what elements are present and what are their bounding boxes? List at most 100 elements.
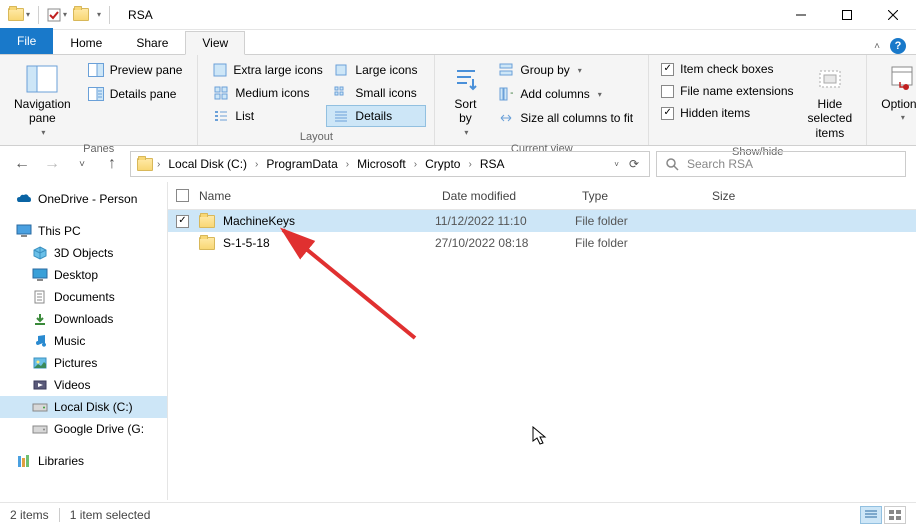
address-dropdown[interactable]: ˅ bbox=[614, 160, 619, 169]
libraries-icon bbox=[16, 453, 32, 469]
quick-access-toolbar: ▾ ▾ ▾ bbox=[0, 6, 120, 24]
layout-details[interactable]: Details bbox=[326, 105, 426, 127]
file-name: S-1-5-18 bbox=[223, 236, 435, 250]
file-type: File folder bbox=[575, 236, 705, 250]
up-button[interactable]: ↑ bbox=[100, 152, 124, 176]
column-size[interactable]: Size bbox=[704, 182, 824, 209]
layout-extra-large[interactable]: Extra large icons bbox=[206, 59, 324, 81]
qat-new-folder-icon[interactable] bbox=[71, 6, 91, 23]
tree-3d-objects[interactable]: 3D Objects bbox=[0, 242, 167, 264]
file-name: MachineKeys bbox=[223, 214, 435, 228]
breadcrumb-item[interactable]: Microsoft bbox=[353, 155, 410, 173]
tree-libraries[interactable]: Libraries bbox=[0, 450, 167, 472]
qat-folder-icon[interactable]: ▾ bbox=[6, 6, 32, 23]
tree-desktop[interactable]: Desktop bbox=[0, 264, 167, 286]
tree-onedrive[interactable]: OneDrive - Person bbox=[0, 188, 167, 210]
documents-icon bbox=[32, 289, 48, 305]
status-bar: 2 items 1 item selected bbox=[0, 502, 916, 526]
chevron-down-icon: ▾ bbox=[578, 66, 582, 75]
preview-pane-icon bbox=[88, 62, 104, 78]
help-button[interactable]: ? bbox=[890, 38, 906, 54]
file-list: Name Date modified Type Size ✓ MachineKe… bbox=[168, 182, 916, 500]
select-all-checkbox[interactable] bbox=[176, 189, 189, 202]
breadcrumb-item[interactable]: ProgramData bbox=[262, 155, 341, 173]
navigation-row: ← → ˅ ↑ › Local Disk (C:) › ProgramData … bbox=[0, 146, 916, 182]
column-headers: Name Date modified Type Size bbox=[168, 182, 916, 210]
breadcrumb-item[interactable]: Crypto bbox=[421, 155, 464, 173]
tab-home[interactable]: Home bbox=[53, 31, 119, 55]
sort-by-button[interactable]: Sort by ▾ bbox=[443, 59, 487, 141]
minimize-button[interactable] bbox=[778, 0, 824, 30]
details-pane-button[interactable]: Details pane bbox=[81, 83, 190, 105]
tree-videos[interactable]: Videos bbox=[0, 374, 167, 396]
chevron-right-icon[interactable]: › bbox=[253, 159, 260, 170]
maximize-button[interactable] bbox=[824, 0, 870, 30]
qat-customize[interactable]: ▾ bbox=[93, 8, 103, 21]
tab-file[interactable]: File bbox=[0, 28, 53, 54]
item-check-boxes-checkbox[interactable]: ✓Item check boxes bbox=[657, 60, 797, 78]
qat-properties-icon[interactable]: ▾ bbox=[45, 6, 69, 24]
hidden-items-checkbox[interactable]: ✓Hidden items bbox=[657, 104, 797, 122]
layout-list[interactable]: List bbox=[206, 105, 324, 127]
svg-text:+: + bbox=[510, 87, 513, 100]
cube-icon bbox=[32, 245, 48, 261]
tree-pictures[interactable]: Pictures bbox=[0, 352, 167, 374]
history-dropdown[interactable]: ˅ bbox=[70, 152, 94, 176]
breadcrumb-item[interactable]: RSA bbox=[476, 155, 509, 173]
column-type[interactable]: Type bbox=[574, 182, 704, 209]
tree-downloads[interactable]: Downloads bbox=[0, 308, 167, 330]
navigation-pane-icon bbox=[26, 63, 58, 95]
preview-pane-button[interactable]: Preview pane bbox=[81, 59, 190, 81]
hide-selected-button[interactable]: Hide selected items bbox=[802, 59, 859, 144]
layout-large[interactable]: Large icons bbox=[326, 59, 426, 81]
group-by-button[interactable]: Group by▾ bbox=[491, 59, 640, 81]
tab-view[interactable]: View bbox=[185, 31, 245, 55]
large-icons-icon bbox=[333, 62, 349, 78]
add-columns-button[interactable]: +Add columns▾ bbox=[491, 83, 640, 105]
breadcrumb-item[interactable]: Local Disk (C:) bbox=[164, 155, 251, 173]
file-row[interactable]: S-1-5-18 27/10/2022 08:18 File folder bbox=[168, 232, 916, 254]
search-box[interactable]: Search RSA bbox=[656, 151, 906, 177]
refresh-button[interactable]: ⟳ bbox=[629, 157, 639, 171]
size-columns-button[interactable]: Size all columns to fit bbox=[491, 107, 640, 129]
ribbon-group-layout: Extra large icons Large icons Medium ico… bbox=[198, 55, 435, 145]
tree-google-drive[interactable]: Google Drive (G: bbox=[0, 418, 167, 440]
extra-large-icons-icon bbox=[213, 62, 227, 78]
tree-this-pc[interactable]: This PC bbox=[0, 220, 167, 242]
options-button[interactable]: Options ▾ bbox=[875, 59, 916, 127]
details-icon bbox=[333, 108, 349, 124]
ribbon: Navigation pane ▾ Preview pane Details p… bbox=[0, 54, 916, 146]
address-bar[interactable]: › Local Disk (C:) › ProgramData › Micros… bbox=[130, 151, 650, 177]
tree-local-disk[interactable]: Local Disk (C:) bbox=[0, 396, 167, 418]
row-checkbox[interactable]: ✓ bbox=[176, 215, 189, 228]
tree-music[interactable]: Music bbox=[0, 330, 167, 352]
navigation-pane-button[interactable]: Navigation pane ▾ bbox=[8, 59, 77, 141]
layout-small[interactable]: Small icons bbox=[326, 82, 426, 104]
column-date[interactable]: Date modified bbox=[434, 182, 574, 209]
tab-share[interactable]: Share bbox=[119, 31, 185, 55]
chevron-right-icon[interactable]: › bbox=[344, 159, 351, 170]
title-bar: ▾ ▾ ▾ RSA bbox=[0, 0, 916, 30]
close-button[interactable] bbox=[870, 0, 916, 30]
chevron-right-icon[interactable]: › bbox=[466, 159, 473, 170]
file-date: 11/12/2022 11:10 bbox=[435, 214, 575, 228]
file-row[interactable]: ✓ MachineKeys 11/12/2022 11:10 File fold… bbox=[168, 210, 916, 232]
column-name[interactable]: Name bbox=[168, 182, 434, 209]
tree-documents[interactable]: Documents bbox=[0, 286, 167, 308]
thumbnails-view-button[interactable] bbox=[884, 506, 906, 524]
size-columns-icon bbox=[498, 110, 514, 126]
collapse-ribbon-button[interactable]: ˄ bbox=[874, 41, 880, 52]
group-by-icon bbox=[498, 62, 514, 78]
chevron-right-icon[interactable]: › bbox=[412, 159, 419, 170]
file-date: 27/10/2022 08:18 bbox=[435, 236, 575, 250]
folder-icon bbox=[137, 158, 153, 171]
file-name-extensions-checkbox[interactable]: File name extensions bbox=[657, 82, 797, 100]
chevron-right-icon[interactable]: › bbox=[155, 159, 162, 170]
forward-button[interactable]: → bbox=[40, 152, 64, 176]
layout-medium[interactable]: Medium icons bbox=[206, 82, 324, 104]
back-button[interactable]: ← bbox=[10, 152, 34, 176]
file-type: File folder bbox=[575, 214, 705, 228]
search-icon bbox=[665, 157, 679, 171]
details-view-button[interactable] bbox=[860, 506, 882, 524]
hide-selected-icon bbox=[814, 63, 846, 95]
